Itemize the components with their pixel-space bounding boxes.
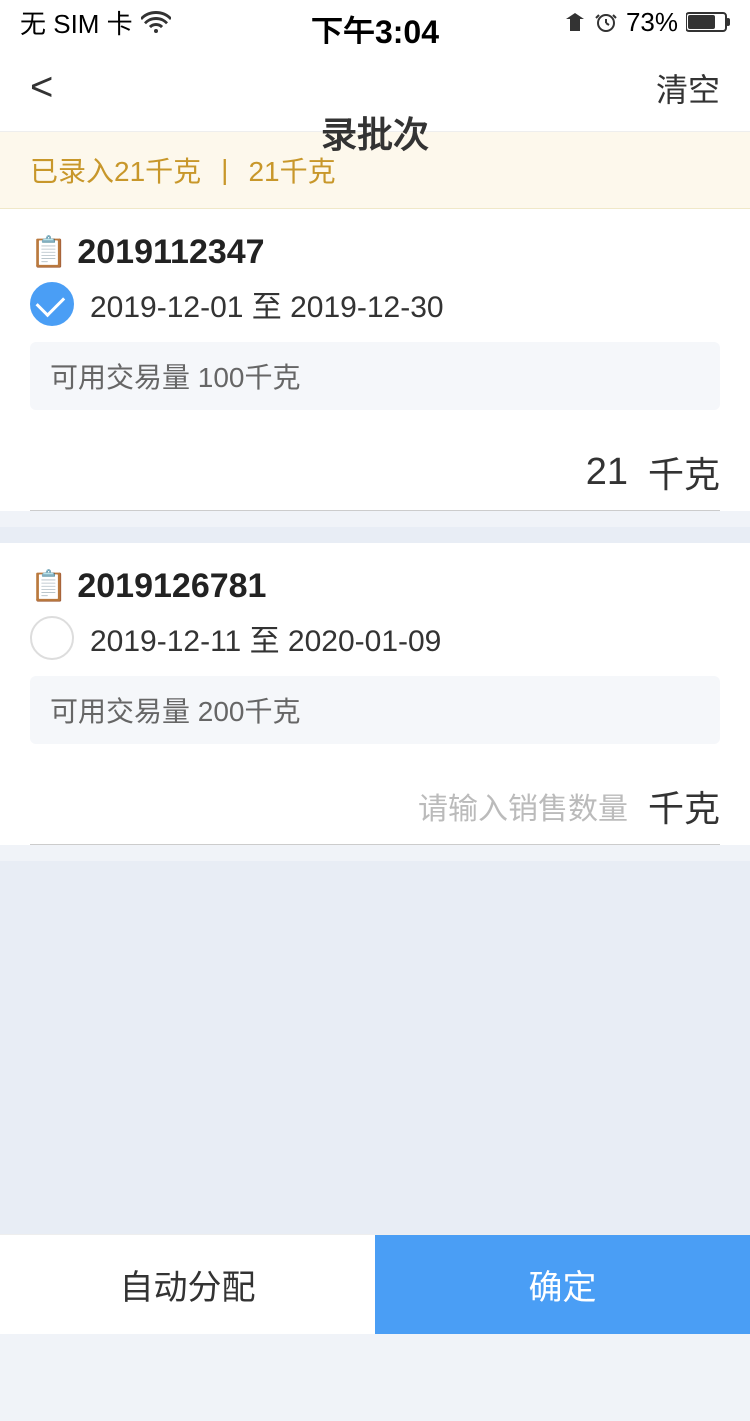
auto-distribute-button[interactable]: 自动分配 bbox=[0, 1235, 375, 1334]
batch-date-1: 2019-12-01 至 2019-12-30 bbox=[90, 282, 444, 326]
qty-wrapper-2: 请输入销售数量 千克 bbox=[0, 764, 750, 845]
batch-item-1: 📋 2019112347 2019-12-01 至 2019-12-30 可用交… bbox=[0, 209, 750, 430]
battery-text: 73% bbox=[626, 7, 678, 38]
batch-date-2: 2019-12-11 至 2020-01-09 bbox=[90, 616, 441, 660]
radio-unchecked-2[interactable] bbox=[30, 616, 74, 660]
qty-unit-2: 千克 bbox=[648, 780, 720, 832]
carrier-text: 无 SIM 卡 bbox=[20, 4, 133, 41]
batch-date-row-2: 2019-12-11 至 2020-01-09 bbox=[30, 616, 720, 660]
batch-date-row-1: 2019-12-01 至 2019-12-30 bbox=[30, 282, 720, 326]
status-right: 73% bbox=[564, 7, 730, 38]
qty-inner-1: 21 千克 bbox=[0, 430, 750, 498]
batch-header-1: 📋 2019112347 bbox=[30, 233, 720, 272]
alarm-icon bbox=[594, 10, 618, 34]
status-bar: 无 SIM 卡 下午3:04 73% bbox=[0, 0, 750, 44]
radio-checked-1[interactable] bbox=[30, 282, 74, 326]
batch-id-2: 2019126781 bbox=[77, 567, 266, 606]
batch-doc-icon-2: 📋 bbox=[30, 569, 67, 604]
bottom-bar: 自动分配 确定 bbox=[0, 1234, 750, 1334]
info-divider: | bbox=[221, 154, 228, 186]
section-divider bbox=[0, 527, 750, 543]
qty-inner-2: 请输入销售数量 千克 bbox=[0, 764, 750, 832]
confirm-button[interactable]: 确定 bbox=[375, 1235, 750, 1334]
batch-id-1: 2019112347 bbox=[77, 233, 264, 272]
batch-doc-icon-1: 📋 bbox=[30, 235, 67, 270]
back-button[interactable]: < bbox=[30, 65, 90, 110]
page-title: 录批次 bbox=[321, 88, 429, 176]
batch-item-2: 📋 2019126781 2019-12-11 至 2020-01-09 可用交… bbox=[0, 543, 750, 764]
status-left: 无 SIM 卡 bbox=[20, 4, 171, 41]
batch-section-1: 📋 2019112347 2019-12-01 至 2019-12-30 可用交… bbox=[0, 209, 750, 511]
qty-line-2 bbox=[30, 844, 720, 845]
qty-placeholder-2[interactable]: 请输入销售数量 bbox=[418, 784, 628, 828]
batch-header-2: 📋 2019126781 bbox=[30, 567, 720, 606]
clear-button[interactable]: 清空 bbox=[656, 65, 720, 111]
location-icon bbox=[564, 11, 586, 33]
batch-section-2: 📋 2019126781 2019-12-11 至 2020-01-09 可用交… bbox=[0, 543, 750, 845]
qty-line-1 bbox=[30, 510, 720, 511]
nav-bar: < 录批次 清空 bbox=[0, 44, 750, 132]
avail-box-1: 可用交易量 100千克 bbox=[30, 342, 720, 410]
recorded-label: 已录入21千克 bbox=[30, 150, 201, 190]
battery-icon bbox=[686, 11, 730, 33]
wifi-icon bbox=[141, 11, 171, 33]
qty-value-1: 21 bbox=[468, 451, 628, 494]
qty-wrapper-1: 21 千克 bbox=[0, 430, 750, 511]
avail-box-2: 可用交易量 200千克 bbox=[30, 676, 720, 744]
qty-unit-1: 千克 bbox=[648, 446, 720, 498]
